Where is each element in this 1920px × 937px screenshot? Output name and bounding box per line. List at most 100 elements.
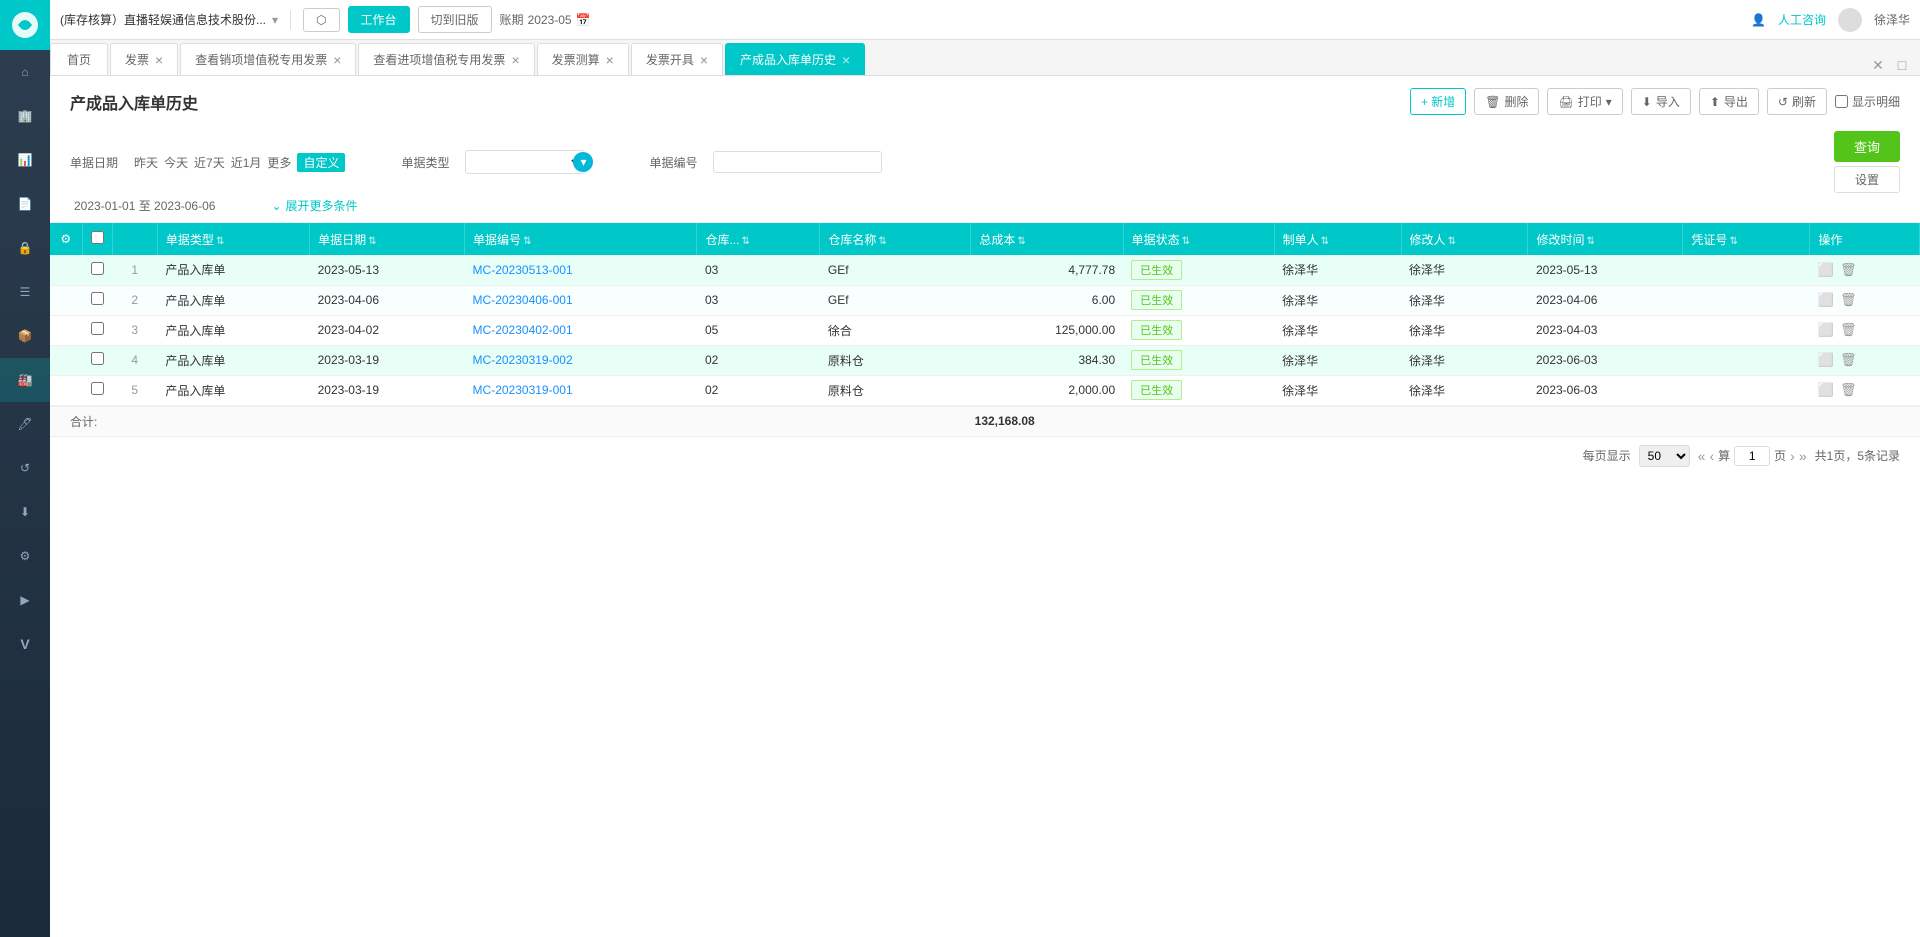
tab-warehouse-history-close[interactable]: × (842, 52, 850, 68)
row-number[interactable]: MC-20230319-002 (465, 345, 697, 375)
row-number-link[interactable]: MC-20230406-001 (473, 293, 573, 307)
row-checkbox-cell[interactable] (82, 255, 112, 285)
tab-input-invoice[interactable]: 查看进项增值税专用发票 × (358, 43, 534, 75)
row-number-link[interactable]: MC-20230319-002 (473, 353, 573, 367)
col-voucher[interactable]: 凭证号⇅ (1683, 223, 1810, 255)
print-button[interactable]: 🖨 打印 ▾ (1547, 88, 1622, 115)
per-page-select[interactable]: 50 100 200 (1639, 445, 1690, 467)
today-shortcut[interactable]: 今天 (164, 154, 188, 171)
col-type[interactable]: 单据类型⇅ (157, 223, 309, 255)
row-number-link[interactable]: MC-20230319-001 (473, 383, 573, 397)
tab-calc-close[interactable]: × (606, 52, 614, 68)
sidebar-item-company[interactable]: 🏢 (0, 94, 50, 138)
row-checkbox-cell[interactable] (82, 345, 112, 375)
row-number-link[interactable]: MC-20230402-001 (473, 323, 573, 337)
edit-icon[interactable]: ⬜ (1818, 292, 1834, 308)
edit-icon[interactable]: ⬜ (1818, 262, 1834, 278)
tab-output-invoice[interactable]: 查看销项增值税专用发票 × (180, 43, 356, 75)
yesterday-shortcut[interactable]: 昨天 (134, 154, 158, 171)
col-creator[interactable]: 制单人⇅ (1274, 223, 1401, 255)
sidebar-item-document[interactable]: 📄 (0, 182, 50, 226)
edit-icon[interactable]: ⬜ (1818, 382, 1834, 398)
new-button[interactable]: + 新增 (1410, 88, 1466, 115)
row-checkbox-1[interactable] (91, 292, 104, 305)
query-button[interactable]: 查询 (1834, 131, 1900, 162)
workbench-button[interactable]: 工作台 (348, 6, 410, 33)
row-number-link[interactable]: MC-20230513-001 (473, 263, 573, 277)
delete-button[interactable]: 🗑 删除 (1474, 88, 1539, 115)
set-button[interactable]: 设置 (1834, 166, 1900, 193)
sidebar-item-warehouse[interactable]: 🏭 (0, 358, 50, 402)
last-page-button[interactable]: » (1799, 448, 1807, 464)
sidebar-item-version[interactable]: V (0, 622, 50, 666)
sidebar-item-stamp[interactable]: 🖊 (0, 402, 50, 446)
row-checkbox-3[interactable] (91, 352, 104, 365)
expand-button[interactable]: ⌄ 展开更多条件 (271, 197, 357, 214)
col-date[interactable]: 单据日期⇅ (310, 223, 465, 255)
row-number[interactable]: MC-20230402-001 (465, 315, 697, 345)
custom-shortcut[interactable]: 自定义 (297, 153, 345, 172)
more-shortcut[interactable]: 更多 (267, 154, 291, 171)
col-status[interactable]: 单据状态⇅ (1123, 223, 1274, 255)
col-select-all[interactable] (82, 223, 112, 255)
last7-shortcut[interactable]: 近7天 (194, 154, 225, 171)
sidebar-item-play[interactable]: ▶ (0, 578, 50, 622)
col-total-cost[interactable]: 总成本⇅ (971, 223, 1123, 255)
maximize-window-button[interactable]: □ (1892, 55, 1912, 75)
sidebar-item-chart[interactable]: 📊 (0, 138, 50, 182)
tab-home[interactable]: 首页 (50, 43, 108, 75)
prev-page-button[interactable]: ‹ (1709, 448, 1714, 464)
col-modifier[interactable]: 修改人⇅ (1401, 223, 1528, 255)
next-page-button[interactable]: › (1790, 448, 1795, 464)
page-input[interactable] (1734, 446, 1770, 466)
row-checkbox-cell[interactable] (82, 285, 112, 315)
tab-issue-close[interactable]: × (700, 52, 708, 68)
close-window-button[interactable]: ✕ (1868, 55, 1888, 75)
row-number[interactable]: MC-20230406-001 (465, 285, 697, 315)
sidebar-item-settings[interactable]: ⚙ (0, 534, 50, 578)
row-checkbox-0[interactable] (91, 262, 104, 275)
col-gear[interactable]: ⚙ (50, 223, 82, 255)
sidebar-item-refresh[interactable]: ↺ (0, 446, 50, 490)
delete-icon[interactable]: 🗑 (1840, 382, 1857, 398)
row-checkbox-4[interactable] (91, 382, 104, 395)
col-warehouse-code[interactable]: 仓库...⇅ (697, 223, 820, 255)
sidebar-item-lock[interactable]: 🔒 (0, 226, 50, 270)
help-label[interactable]: 人工咨询 (1778, 11, 1826, 28)
edit-icon[interactable]: ⬜ (1818, 322, 1834, 338)
refresh-button[interactable]: ↺ 刷新 (1767, 88, 1827, 115)
row-checkbox-cell[interactable] (82, 315, 112, 345)
row-number[interactable]: MC-20230513-001 (465, 255, 697, 285)
row-checkbox-2[interactable] (91, 322, 104, 335)
row-number[interactable]: MC-20230319-001 (465, 375, 697, 405)
import-button[interactable]: ⬇ 导入 (1631, 88, 1691, 115)
select-all-checkbox[interactable] (91, 231, 104, 244)
delete-icon[interactable]: 🗑 (1840, 262, 1857, 278)
delete-icon[interactable]: 🗑 (1840, 292, 1857, 308)
tab-invoice[interactable]: 发票 × (110, 43, 178, 75)
export-button[interactable]: ⬆ 导出 (1699, 88, 1759, 115)
tab-output-invoice-close[interactable]: × (333, 52, 341, 68)
calendar-icon[interactable]: 📅 (576, 13, 591, 27)
col-number[interactable]: 单据编号⇅ (465, 223, 697, 255)
display-detail-checkbox[interactable] (1835, 95, 1848, 108)
sidebar-item-list[interactable]: ☰ (0, 270, 50, 314)
sidebar-item-download[interactable]: ⬇ (0, 490, 50, 534)
number-input[interactable] (713, 151, 882, 173)
first-page-button[interactable]: « (1698, 448, 1706, 464)
col-warehouse-name[interactable]: 仓库名称⇅ (820, 223, 971, 255)
sidebar-item-box[interactable]: 📦 (0, 314, 50, 358)
last-month-shortcut[interactable]: 近1月 (231, 154, 262, 171)
col-modify-time[interactable]: 修改时间⇅ (1528, 223, 1683, 255)
user-name[interactable]: 徐泽华 (1874, 11, 1910, 28)
tab-input-invoice-close[interactable]: × (511, 52, 519, 68)
tab-warehouse-history[interactable]: 产成品入库单历史 × (725, 43, 865, 75)
tab-invoice-close[interactable]: × (155, 52, 163, 68)
type-select-icon[interactable]: ▾ (573, 152, 593, 172)
delete-icon[interactable]: 🗑 (1840, 322, 1857, 338)
switch-button[interactable]: 切到旧版 (418, 6, 492, 33)
tab-issue[interactable]: 发票开具 × (631, 43, 723, 75)
row-checkbox-cell[interactable] (82, 375, 112, 405)
edit-icon[interactable]: ⬜ (1818, 352, 1834, 368)
copy-button[interactable]: ⬡ (303, 8, 339, 32)
